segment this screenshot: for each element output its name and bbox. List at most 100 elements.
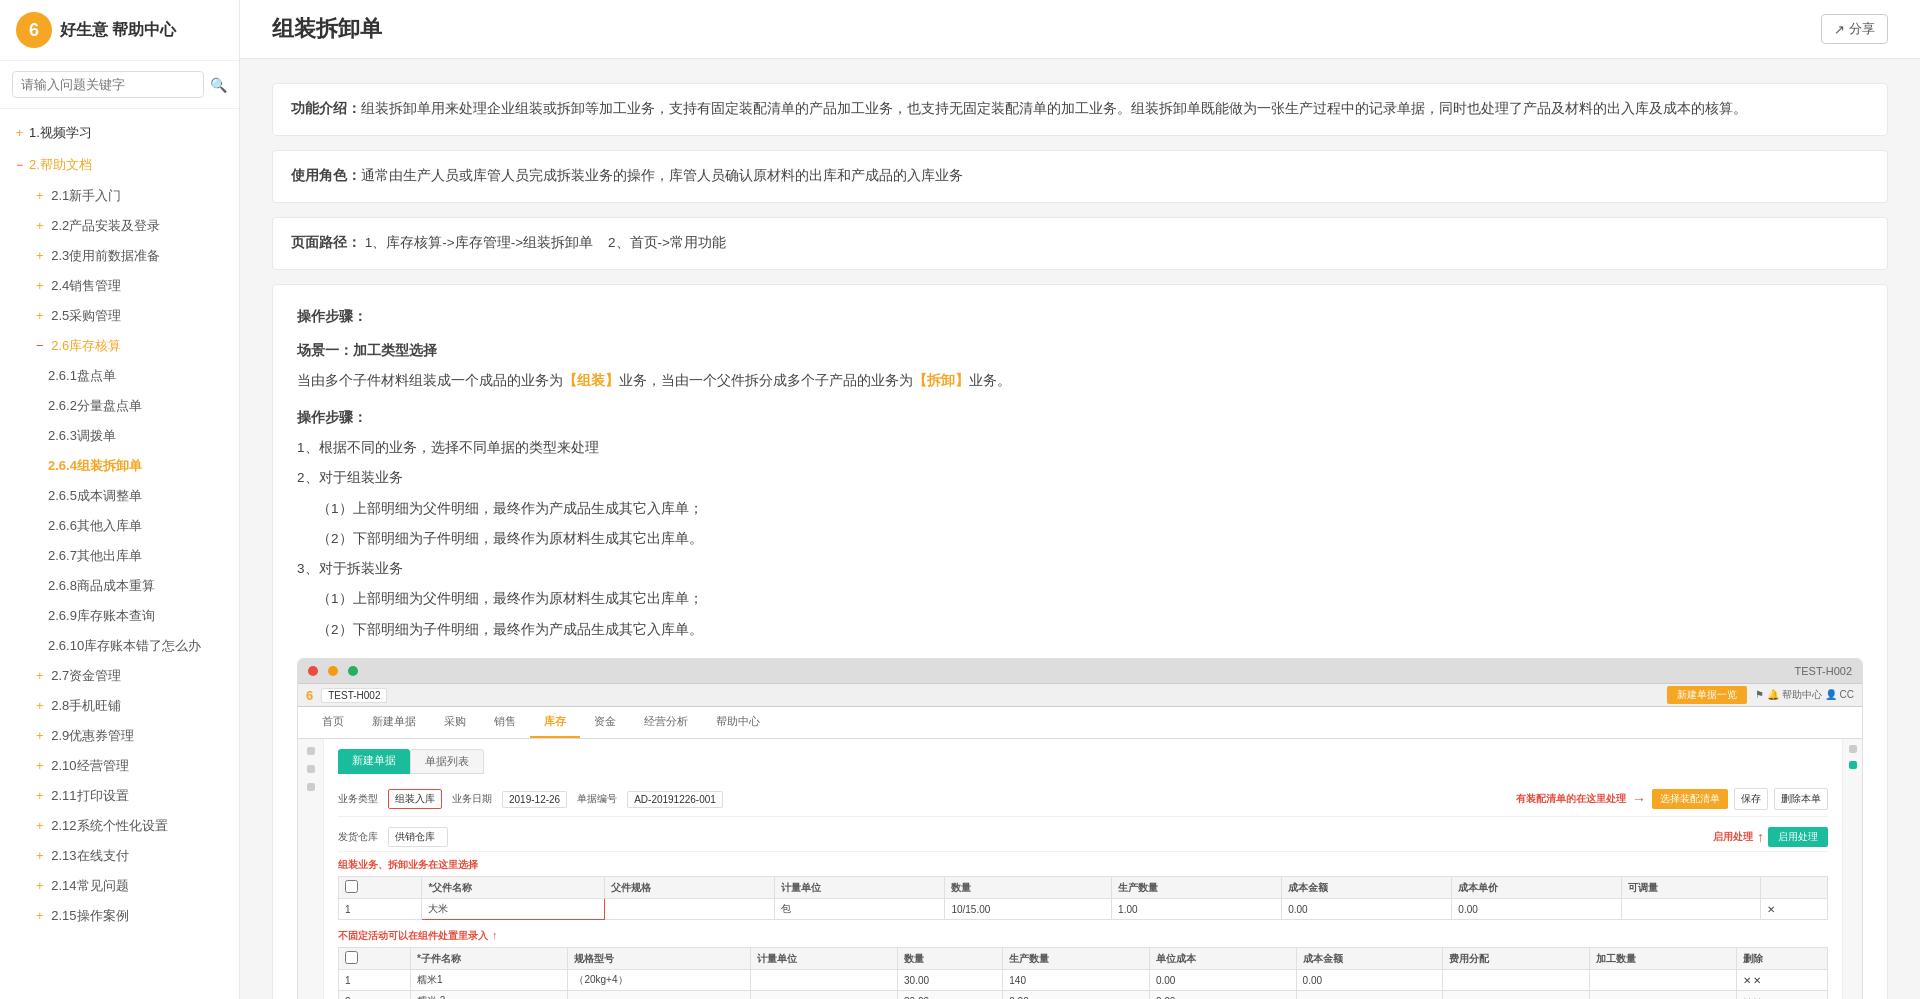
main-header: 组装拆卸单 ↗ 分享 (240, 0, 1920, 59)
sidebar-item-video[interactable]: + 1.视频学习 (0, 117, 239, 149)
sidebar-item-coupon[interactable]: + 2.9优惠券管理 (0, 721, 239, 751)
search-button[interactable]: 🔍 (210, 77, 227, 93)
nav-list: + 1.视频学习 − 2.帮助文档 + 2.1新手入门 + 2.2产品安装及登录… (0, 109, 239, 999)
search-container: 🔍 (0, 61, 239, 109)
sidebar-item-mobile[interactable]: + 2.8手机旺铺 (0, 691, 239, 721)
assembly-highlight: 【组装】 (563, 373, 619, 388)
mock-tab-list[interactable]: 单据列表 (410, 749, 484, 774)
step2-sub1: （1）上部明细为父件明细，最终作为产成品生成其它入库单； (297, 497, 1863, 521)
sidebar-item-transfer[interactable]: 2.6.3调拨单 (0, 421, 239, 451)
sidebar-item-faq[interactable]: + 2.14常见问题 (0, 871, 239, 901)
mock-company-dropdown[interactable]: TEST-H002 (321, 688, 387, 703)
sidebar-item-purchase[interactable]: + 2.5采购管理 (0, 301, 239, 331)
mock-order-value[interactable]: AD-20191226-001 (627, 791, 723, 808)
sidebar-item-stockerr[interactable]: 2.6.10库存账本错了怎么办 (0, 631, 239, 661)
mock-arrow-enable: ↑ (1757, 829, 1764, 845)
mock-date-value[interactable]: 2019-12-26 (502, 791, 567, 808)
mock-col-unit: 计量单位 (775, 877, 945, 899)
expand-icon-print: + (36, 788, 44, 803)
mock-nav-home[interactable]: 首页 (308, 707, 358, 738)
mock-checkbox[interactable] (345, 880, 358, 893)
step1: 1、根据不同的业务，选择不同单据的类型来处理 (297, 436, 1863, 460)
content-area: 功能介绍：组装拆卸单用来处理企业组装或拆卸等加工业务，支持有固定装配清单的产品加… (240, 59, 1920, 999)
expand-icon-sales: + (36, 278, 44, 293)
mock-nav-sales[interactable]: 销售 (480, 707, 530, 738)
sidebar-item-newbie[interactable]: + 2.1新手入门 (0, 181, 239, 211)
step3-sub1: （1）上部明细为父件明细，最终作为原材料生成其它出库单； (297, 587, 1863, 611)
mock-nav-purchase[interactable]: 采购 (430, 707, 480, 738)
mock-nav-stock[interactable]: 库存 (530, 707, 580, 738)
sidebar-item-stockcheck2[interactable]: 2.6.9库存账本查询 (0, 601, 239, 631)
sidebar-item-print[interactable]: + 2.11打印设置 (0, 781, 239, 811)
sidebar-item-otherinstock[interactable]: 2.6.6其他入库单 (0, 511, 239, 541)
table-row: 1糯米1（20kg+4）30.001400.000.00✕ ✕ (339, 970, 1828, 991)
scene1-desc: 当由多个子件材料组装成一个成品的业务为【组装】业务，当由一个父件拆分成多个子产品… (297, 369, 1863, 393)
mock-col-parent-spec: 父件规格 (605, 877, 775, 899)
mock-lower-col-fee: 费用分配 (1443, 948, 1590, 970)
role-text: 通常由生产人员或库管人员完成拆装业务的操作，库管人员确认原材料的出库和产成品的入… (361, 168, 963, 183)
mock-type-annotation: 组装业务、拆卸业务在这里选择 (338, 858, 478, 872)
sidebar-item-docs[interactable]: − 2.帮助文档 (0, 149, 239, 181)
page-title: 组装拆卸单 (272, 14, 382, 44)
mock-right-icon-2 (1849, 761, 1857, 769)
mock-nav-new[interactable]: 新建单据 (358, 707, 430, 738)
mock-tab-new[interactable]: 新建单据 (338, 749, 410, 774)
expand-icon-pay: + (36, 848, 44, 863)
mock-cell-unit: 包 (775, 899, 945, 920)
sidebar-item-system[interactable]: + 2.12系统个性化设置 (0, 811, 239, 841)
sidebar-item-assembly[interactable]: 2.6.4组装拆卸单 (0, 451, 239, 481)
mock-nav-analysis[interactable]: 经营分析 (630, 707, 702, 738)
expand-icon-mobile: + (36, 698, 44, 713)
mock-cell-cost: 0.00 (1282, 899, 1452, 920)
mock-delete-btn[interactable]: 删除本单 (1774, 788, 1828, 810)
mock-type-value[interactable]: 组装入库 (388, 789, 442, 809)
sidebar-item-cases[interactable]: + 2.15操作案例 (0, 901, 239, 931)
mock-lower-table: *子件名称 规格型号 计量单位 数量 生产数量 单位成本 成本金额 费用分配 加 (338, 947, 1828, 999)
sidebar-item-stockcheck[interactable]: 2.6.1盘点单 (0, 361, 239, 391)
mock-lower-col-spec: 规格型号 (568, 948, 751, 970)
mock-nav-fund[interactable]: 资金 (580, 707, 630, 738)
sidebar-item-stock[interactable]: − 2.6库存核算 (0, 331, 239, 361)
mock-annotation-top: 有装配清单的在这里处理 (1516, 792, 1626, 806)
mock-cell-qty: 10/15.00 (945, 899, 1112, 920)
mock-col-cost: 成本金额 (1282, 877, 1452, 899)
steps-block: 操作步骤： 场景一：加工类型选择 当由多个子件材料组装成一个成品的业务为【组装】… (272, 284, 1888, 999)
expand-icon-install: + (36, 218, 44, 233)
sidebar-item-otheroutstock[interactable]: 2.6.7其他出库单 (0, 541, 239, 571)
step2-sub2: （2）下部明细为子件明细，最终作为原材料生成其它出库单。 (297, 527, 1863, 551)
sidebar-item-sales[interactable]: + 2.4销售管理 (0, 271, 239, 301)
mock-lower-col-cost: 成本金额 (1296, 948, 1443, 970)
search-input[interactable] (12, 71, 204, 98)
mock-col-prod-qty: 生产数量 (1112, 877, 1282, 899)
mock-cell-check: 1 (339, 899, 422, 920)
role-label: 使用角色： (291, 168, 361, 183)
sidebar-item-fund[interactable]: + 2.7资金管理 (0, 661, 239, 691)
mock-col-qty: 数量 (945, 877, 1112, 899)
mock-warehouse-value[interactable]: 供销仓库 (388, 827, 448, 847)
share-button[interactable]: ↗ 分享 (1821, 14, 1888, 44)
mock-upper-table-container: *父件名称 父件规格 计量单位 数量 生产数量 成本金额 成本单价 可调量 (338, 876, 1828, 920)
disassembly-highlight: 【拆卸】 (913, 373, 969, 388)
sidebar-item-data[interactable]: + 2.3使用前数据准备 (0, 241, 239, 271)
mock-cell-adj (1622, 899, 1760, 920)
mock-warehouse-label: 发货仓库 (338, 830, 378, 844)
mock-nav-help[interactable]: 帮助中心 (702, 707, 774, 738)
sidebar-item-install[interactable]: + 2.2产品安装及登录 (0, 211, 239, 241)
mock-upper-table: *父件名称 父件规格 计量单位 数量 生产数量 成本金额 成本单价 可调量 (338, 876, 1828, 920)
mock-lower-checkbox[interactable] (345, 951, 358, 964)
mock-enable-btn[interactable]: 启用处理 (1768, 827, 1828, 847)
mock-new-btn[interactable]: 新建单据一览 (1667, 686, 1747, 704)
sidebar-item-goodscost[interactable]: 2.6.8商品成本重算 (0, 571, 239, 601)
sidebar-item-cost[interactable]: 2.6.5成本调整单 (0, 481, 239, 511)
mock-select-btn[interactable]: 选择装配清单 (1652, 789, 1728, 809)
sidebar-item-manage[interactable]: + 2.10经营管理 (0, 751, 239, 781)
sidebar-item-pay[interactable]: + 2.13在线支付 (0, 841, 239, 871)
sidebar-item-stocksplit[interactable]: 2.6.2分量盘点单 (0, 391, 239, 421)
expand-icon-docs: − (16, 158, 23, 172)
mock-save-btn[interactable]: 保存 (1734, 788, 1768, 810)
ops-steps-heading: 操作步骤： (297, 406, 1863, 430)
mock-right-icon-1 (1849, 745, 1857, 753)
mock-annotation-enable: 启用处理 (1713, 830, 1753, 844)
path-2: 2、首页->常用功能 (608, 235, 726, 250)
function-intro-text: 组装拆卸单用来处理企业组装或拆卸等加工业务，支持有固定装配清单的产品加工业务，也… (361, 101, 1747, 116)
